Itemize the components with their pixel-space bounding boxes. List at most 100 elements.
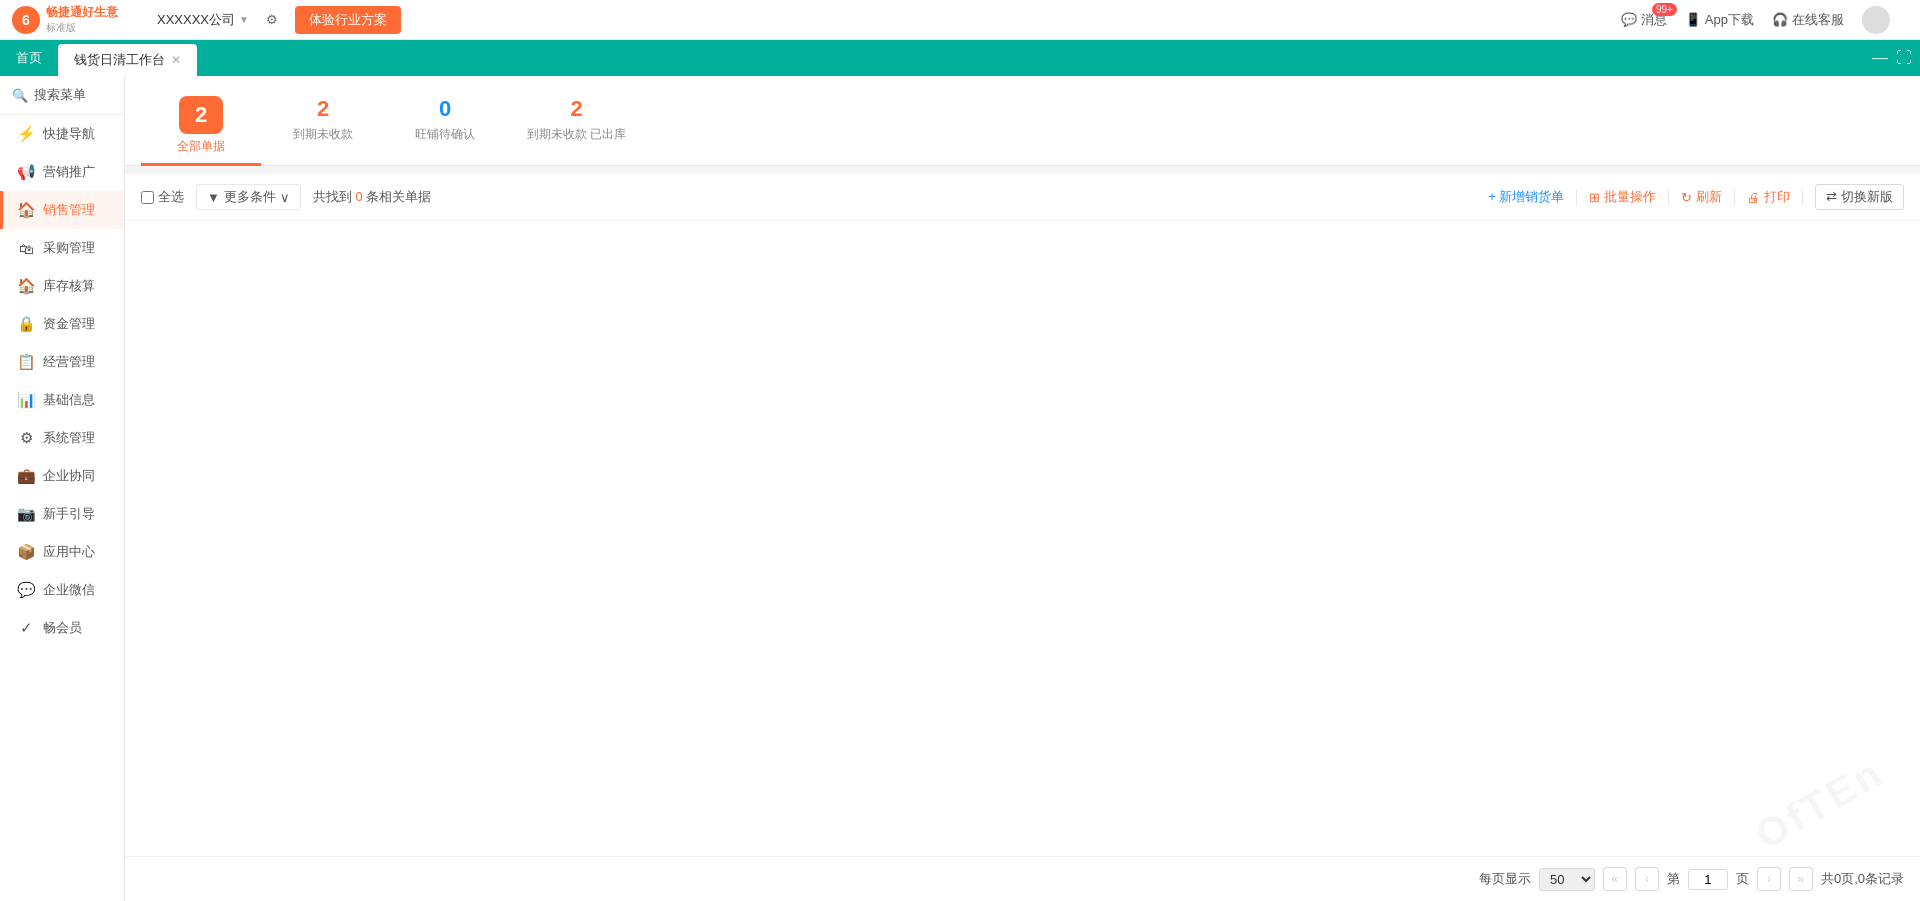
logo-main: 畅捷通好生意	[46, 5, 118, 21]
header-right: 💬 消息 99+ 📱 App下载 🎧 在线客服	[1621, 6, 1908, 34]
quick-nav-icon: ⚡	[17, 125, 35, 143]
search-menu-button[interactable]: 🔍 搜索菜单	[0, 76, 124, 115]
new-sale-button[interactable]: + 新增销货单	[1488, 188, 1564, 206]
card-overdue-out-count: 2	[527, 96, 626, 122]
sidebar-item-label: 库存核算	[43, 277, 95, 295]
message-badge: 99+	[1652, 3, 1677, 16]
page-input[interactable]	[1688, 869, 1728, 890]
nav-tabs: 首页 钱货日清工作台 ✕ — ⛶	[0, 40, 1920, 76]
sidebar-item-label: 快捷导航	[43, 125, 95, 143]
search-menu-label: 搜索菜单	[34, 86, 86, 104]
sidebar-item-guide[interactable]: 📷 新手引导	[0, 495, 124, 533]
logo-icon: 6	[12, 6, 40, 34]
search-icon: 🔍	[12, 88, 28, 103]
card-overdue-out[interactable]: 2 到期未收款 已出库	[507, 88, 646, 166]
refresh-button[interactable]: ↻ 刷新	[1681, 188, 1722, 206]
last-page-button[interactable]: »	[1789, 867, 1813, 891]
sidebar-item-base-info[interactable]: 📊 基础信息	[0, 381, 124, 419]
sidebar-item-system[interactable]: ⚙ 系统管理	[0, 419, 124, 457]
sales-icon: 🏠	[17, 201, 35, 219]
sidebar-item-enterprise-wx[interactable]: 💬 企业微信	[0, 571, 124, 609]
logo-area: 6 畅捷通好生意 标准版	[12, 5, 137, 34]
minimize-icon[interactable]: —	[1872, 49, 1888, 67]
avatar[interactable]	[1862, 6, 1890, 34]
card-wangpu-count: 0	[405, 96, 485, 122]
online-service-button[interactable]: 🎧 在线客服	[1772, 11, 1844, 29]
page-size-select[interactable]: 50 100 200	[1539, 868, 1595, 891]
sidebar-item-member[interactable]: ✓ 畅会员	[0, 609, 124, 647]
company-selector[interactable]: XXXXXX公司 ▼ ⚙	[157, 9, 283, 31]
prev-page-button[interactable]: ‹	[1635, 867, 1659, 891]
card-overdue[interactable]: 2 到期未收款	[263, 88, 383, 166]
logo-sub: 标准版	[46, 21, 118, 34]
tab-home[interactable]: 首页	[0, 40, 58, 76]
sidebar-item-purchase[interactable]: 🛍 采购管理	[0, 229, 124, 267]
card-all[interactable]: 2 全部单据	[141, 88, 261, 166]
select-all-input[interactable]	[141, 191, 154, 204]
purchase-icon: 🛍	[17, 239, 35, 257]
sidebar: 🔍 搜索菜单 ⚡ 快捷导航 📢 营销推广 🏠 销售管理 🛍 采购管理 🏠 库存核…	[0, 76, 125, 901]
print-button[interactable]: 🖨 打印	[1747, 188, 1790, 206]
pagination-bar: 每页显示 50 100 200 « ‹ 第 页 › » 共0页,0条记录	[125, 856, 1920, 901]
more-filter-label: 更多条件	[224, 188, 276, 206]
sidebar-item-sales[interactable]: 🏠 销售管理	[0, 191, 124, 229]
sidebar-item-quick-nav[interactable]: ⚡ 快捷导航	[0, 115, 124, 153]
service-icon: 🎧	[1772, 12, 1788, 27]
card-overdue-label: 到期未收款	[283, 122, 363, 151]
sidebar-item-label: 企业微信	[43, 581, 95, 599]
divider	[1576, 189, 1577, 205]
logo-text: 畅捷通好生意 标准版	[46, 5, 118, 34]
chevron-down-icon[interactable]: ▼	[239, 14, 249, 25]
base-info-icon: 📊	[17, 391, 35, 409]
tab-qianhuoricheng[interactable]: 钱货日清工作台 ✕	[58, 44, 197, 76]
select-all-checkbox[interactable]: 全选	[141, 188, 184, 206]
page-label: 第	[1667, 870, 1680, 888]
first-page-button[interactable]: «	[1603, 867, 1627, 891]
sidebar-item-label: 基础信息	[43, 391, 95, 409]
select-all-label: 全选	[158, 188, 184, 206]
app-download-label: App下载	[1705, 11, 1754, 29]
sidebar-item-app-center[interactable]: 📦 应用中心	[0, 533, 124, 571]
card-wangpu-label: 旺铺待确认	[405, 122, 485, 151]
sidebar-item-marketing[interactable]: 📢 营销推广	[0, 153, 124, 191]
more-filter-button[interactable]: ▼ 更多条件 ∨	[196, 184, 301, 210]
inventory-icon: 🏠	[17, 277, 35, 295]
download-icon: 📱	[1685, 12, 1701, 27]
toolbar-right: + 新增销货单 ⊞ 批量操作 ↻ 刷新 🖨 打印	[1488, 184, 1904, 210]
sidebar-item-enterprise[interactable]: 💼 企业协同	[0, 457, 124, 495]
next-page-button[interactable]: ›	[1757, 867, 1781, 891]
sidebar-item-inventory[interactable]: 🏠 库存核算	[0, 267, 124, 305]
message-button[interactable]: 💬 消息 99+	[1621, 11, 1667, 29]
close-tab-icon[interactable]: ✕	[171, 53, 181, 67]
filter-icon: ▼	[207, 190, 220, 205]
message-icon: 💬	[1621, 12, 1637, 27]
trial-button[interactable]: 体验行业方案	[295, 6, 401, 34]
sidebar-item-finance[interactable]: 🔒 资金管理	[0, 305, 124, 343]
expand-icon[interactable]: ⛶	[1896, 49, 1912, 67]
content-area: 2 全部单据 2 到期未收款 0 旺铺待确认 2 到期未收款 已出库 全选	[125, 76, 1920, 901]
card-overdue-count: 2	[283, 96, 363, 122]
guide-icon: 📷	[17, 505, 35, 523]
company-name: XXXXXX公司	[157, 11, 235, 29]
batch-operation-button[interactable]: ⊞ 批量操作	[1589, 188, 1656, 206]
main-layout: 🔍 搜索菜单 ⚡ 快捷导航 📢 营销推广 🏠 销售管理 🛍 采购管理 🏠 库存核…	[0, 76, 1920, 901]
finance-icon: 🔒	[17, 315, 35, 333]
card-all-count: 2	[195, 102, 207, 128]
sidebar-item-label: 畅会员	[43, 619, 82, 637]
card-wangpu[interactable]: 0 旺铺待确认	[385, 88, 505, 166]
app-download-button[interactable]: 📱 App下载	[1685, 11, 1754, 29]
divider	[1734, 189, 1735, 205]
sidebar-item-label: 采购管理	[43, 239, 95, 257]
switch-version-button[interactable]: ⇄ 切换新版	[1815, 184, 1904, 210]
sidebar-item-operation[interactable]: 📋 经营管理	[0, 343, 124, 381]
enterprise-wx-icon: 💬	[17, 581, 35, 599]
top-header: 6 畅捷通好生意 标准版 XXXXXX公司 ▼ ⚙ 体验行业方案 💬 消息 99…	[0, 0, 1920, 40]
member-icon: ✓	[17, 619, 35, 637]
settings-icon[interactable]: ⚙	[261, 9, 283, 31]
enterprise-icon: 💼	[17, 467, 35, 485]
sidebar-item-label: 新手引导	[43, 505, 95, 523]
nav-right-icons: — ⛶	[1872, 49, 1920, 67]
online-service-label: 在线客服	[1792, 11, 1844, 29]
sidebar-item-label: 营销推广	[43, 163, 95, 181]
print-icon: 🖨	[1747, 190, 1760, 205]
